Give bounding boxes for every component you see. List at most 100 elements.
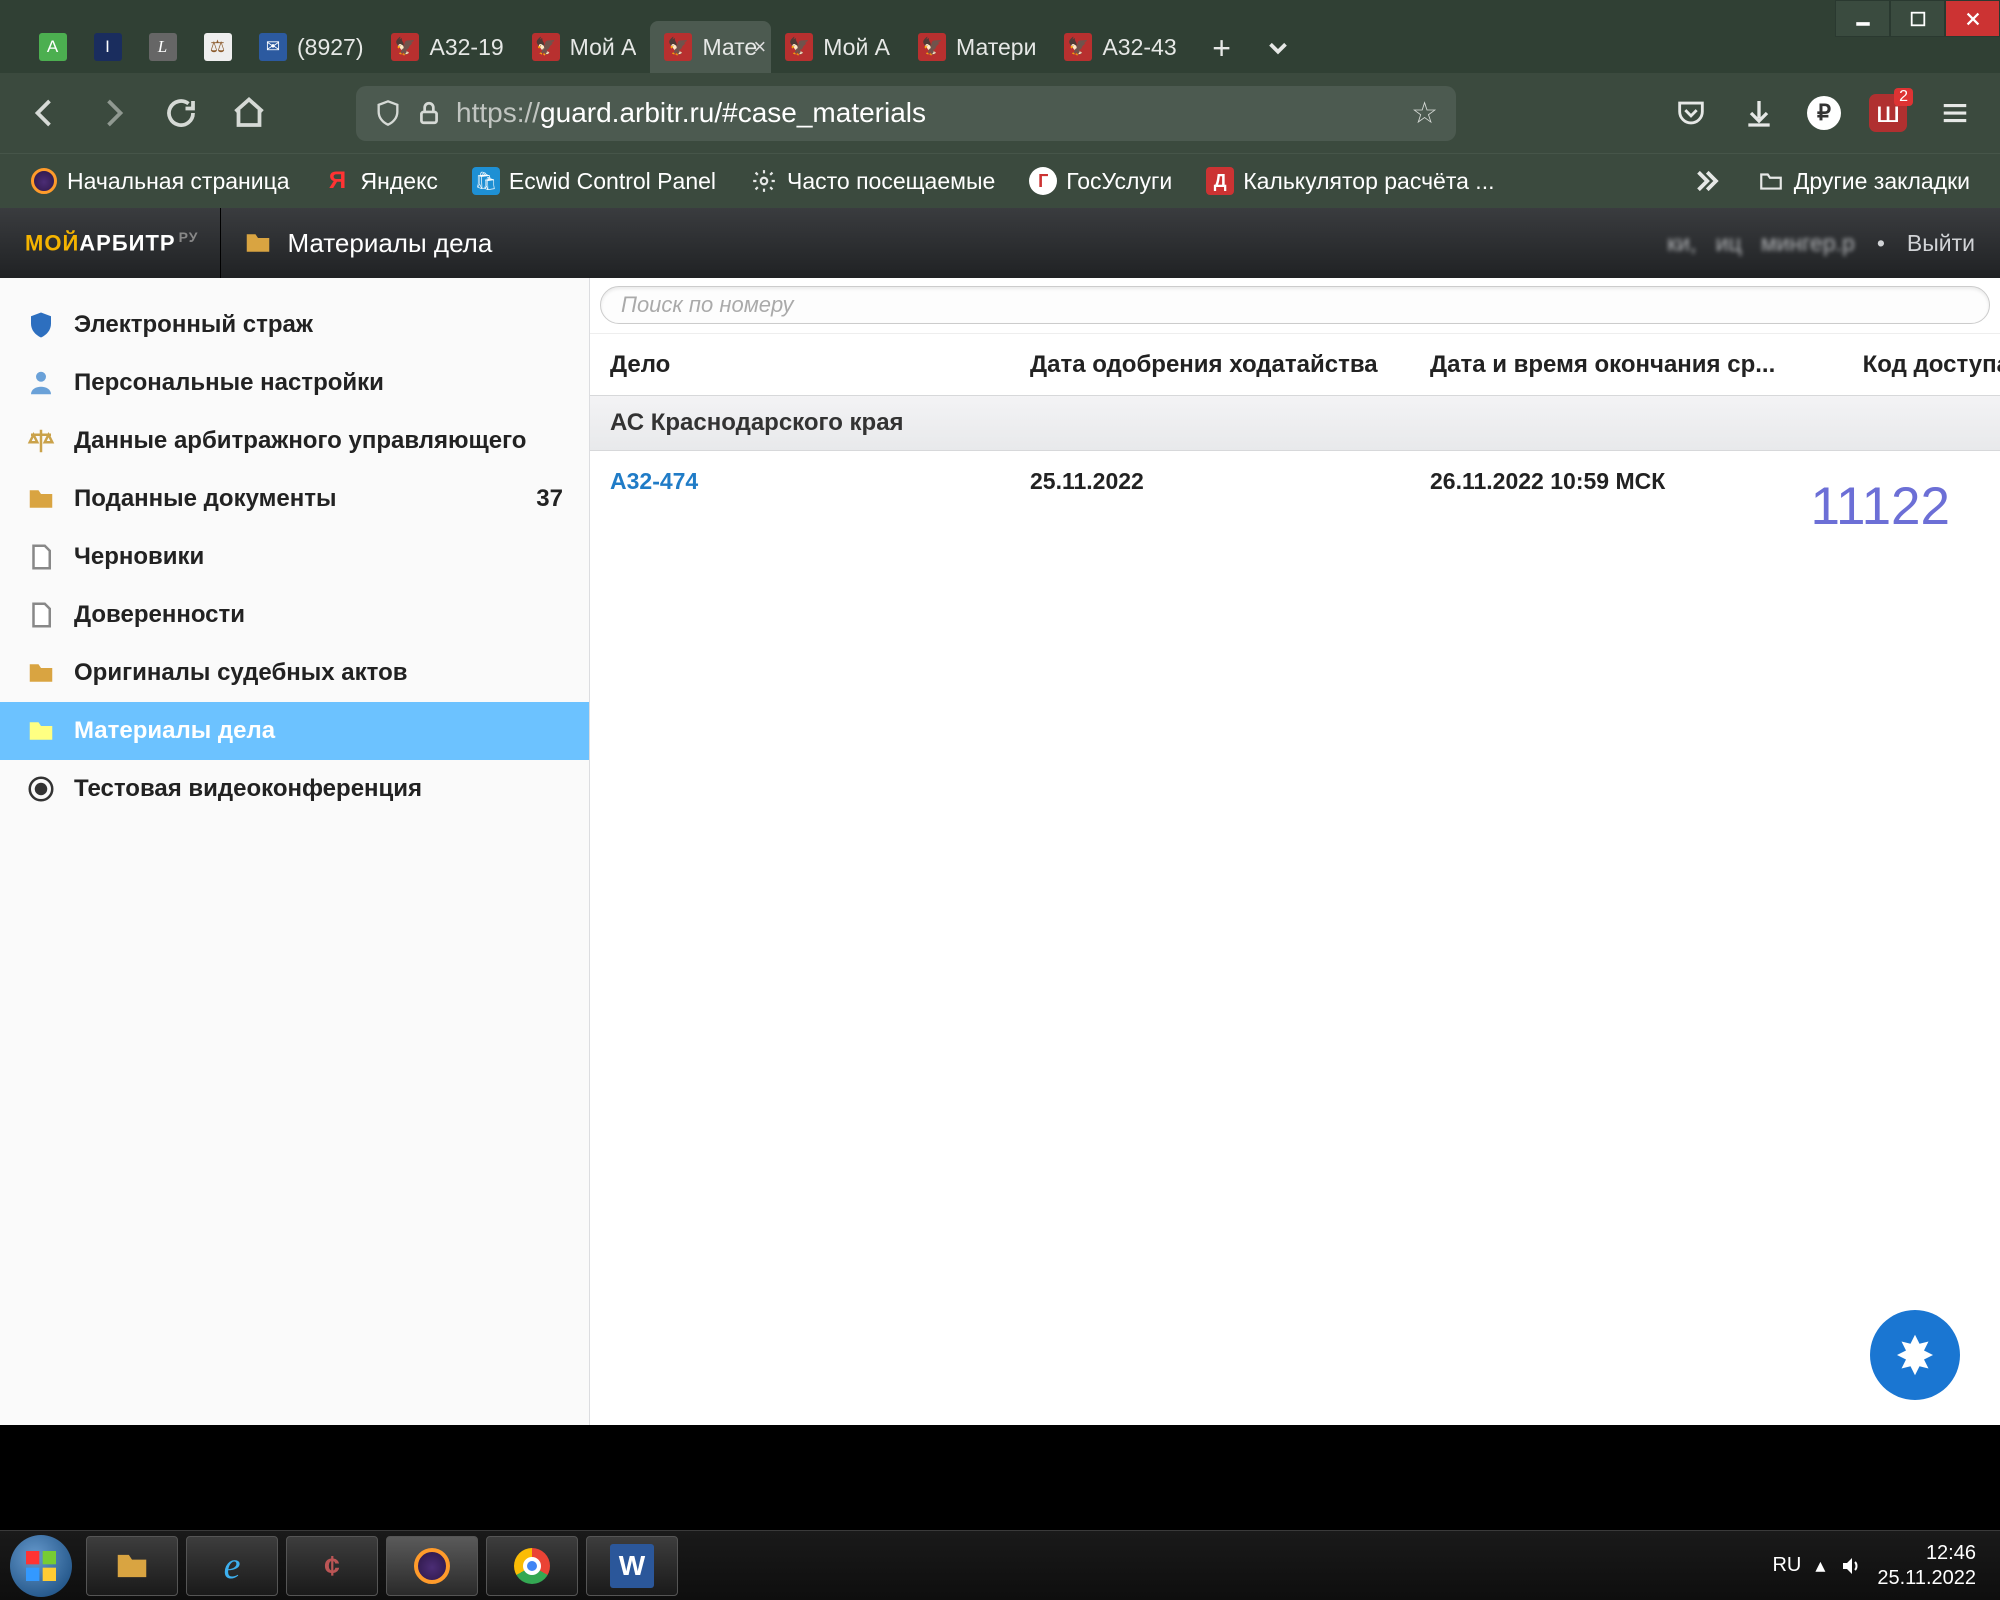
tab-mail[interactable]: ✉(8927) <box>245 21 377 73</box>
bookmarks-bar: Начальная страница Я Яндекс 🛍Ecwid Contro… <box>0 153 2000 208</box>
tab-materials-active[interactable]: 🦅Мате× <box>650 21 771 73</box>
sidebar-item-label: Тестовая видеоконференция <box>74 775 422 803</box>
tab-case-a32-43[interactable]: 🦅А32-43 <box>1050 21 1190 73</box>
windows-taskbar: e ¢ W RU ▴ 12:46 25.11.2022 <box>0 1530 2000 1600</box>
task-word[interactable]: W <box>586 1536 678 1596</box>
bookmark-gosuslugi[interactable]: ГГосУслуги <box>1017 161 1184 201</box>
search-field[interactable] <box>600 286 1990 324</box>
downloads-icon[interactable] <box>1739 93 1779 133</box>
yandex-icon: Я <box>324 167 352 195</box>
bookmark-calculator[interactable]: ДКалькулятор расчёта ... <box>1194 161 1506 201</box>
logout-link[interactable]: Выйти <box>1907 230 1975 257</box>
case-link[interactable]: А32-474 <box>610 468 1030 495</box>
bookmark-ecwid[interactable]: 🛍Ecwid Control Panel <box>460 161 728 201</box>
app-logo[interactable]: МОЙАРБИТРРУ <box>25 229 198 256</box>
pinned-tab-3[interactable]: L <box>135 21 190 73</box>
bookmark-yandex[interactable]: Я Яндекс <box>312 161 450 201</box>
firefox-icon <box>30 167 58 195</box>
table-row[interactable]: А32-474 25.11.2022 26.11.2022 10:59 МСК <box>590 451 2000 511</box>
back-button[interactable] <box>25 93 65 133</box>
shield-icon <box>26 310 56 340</box>
tab-moy-a-1[interactable]: 🦅Мой А <box>518 21 651 73</box>
tabs-overflow-button[interactable] <box>1253 23 1303 73</box>
tab-icon: L <box>149 33 177 61</box>
task-ie[interactable]: e <box>186 1536 278 1596</box>
bookmark-label: Яндекс <box>361 168 438 195</box>
sidebar-item-drafts[interactable]: Черновики <box>0 528 589 586</box>
tray-chevron-icon[interactable]: ▴ <box>1815 1553 1825 1578</box>
extension-icon[interactable]: ш2 <box>1869 94 1907 132</box>
scales-icon: ⚖ <box>204 33 232 61</box>
new-tab-button[interactable]: + <box>1197 23 1247 73</box>
sidebar-item-originals[interactable]: Оригиналы судебных актов <box>0 644 589 702</box>
camera-icon <box>26 774 56 804</box>
bookmark-frequent[interactable]: Часто посещаемые <box>738 161 1007 201</box>
task-firefox[interactable] <box>386 1536 478 1596</box>
sidebar: Электронный страж Персональные настройки… <box>0 278 590 1425</box>
bookmark-label: Другие закладки <box>1794 168 1970 195</box>
access-code: 11122 <box>1810 476 1950 537</box>
fab-eagle-button[interactable] <box>1870 1310 1960 1400</box>
browser-tab-strip: A I L ⚖ ✉(8927) 🦅А32-19 🦅Мой А 🦅Мате× 🦅М… <box>0 0 2000 73</box>
tab-materials-2[interactable]: 🦅Матери <box>904 21 1050 73</box>
sidebar-item-submitted[interactable]: Поданные документы37 <box>0 470 589 528</box>
bookmark-star-icon[interactable]: ☆ <box>1411 96 1438 131</box>
content-area: Дело Дата одобрения ходатайства Дата и в… <box>590 278 2000 1425</box>
pocket-icon[interactable] <box>1671 93 1711 133</box>
pinned-tab-1[interactable]: A <box>25 21 80 73</box>
sidebar-item-vconf[interactable]: Тестовая видеоконференция <box>0 760 589 818</box>
bookmark-label: Калькулятор расчёта ... <box>1243 168 1494 195</box>
window-maximize-button[interactable] <box>1890 0 1945 37</box>
other-bookmarks-folder[interactable]: Другие закладки <box>1745 161 1982 201</box>
col-code[interactable]: Код доступа <box>1810 351 2000 379</box>
sidebar-item-poa[interactable]: Доверенности <box>0 586 589 644</box>
account-icon[interactable]: ₽ <box>1807 96 1841 130</box>
task-explorer[interactable] <box>86 1536 178 1596</box>
sidebar-item-label: Оригиналы судебных актов <box>74 659 408 687</box>
sidebar-item-materials[interactable]: Материалы дела <box>0 702 589 760</box>
sidebar-item-manager[interactable]: Данные арбитражного управляющего <box>0 412 589 470</box>
forward-button[interactable] <box>93 93 133 133</box>
sidebar-item-guard[interactable]: Электронный страж <box>0 296 589 354</box>
search-input[interactable] <box>621 292 1969 318</box>
bookmark-home[interactable]: Начальная страница <box>18 161 302 201</box>
sidebar-item-settings[interactable]: Персональные настройки <box>0 354 589 412</box>
word-icon: W <box>610 1544 654 1588</box>
count-badge: 37 <box>536 485 563 513</box>
menu-icon[interactable] <box>1935 93 1975 133</box>
close-icon[interactable]: × <box>753 34 766 60</box>
person-icon <box>26 368 56 398</box>
reload-button[interactable] <box>161 93 201 133</box>
start-button[interactable] <box>10 1535 72 1597</box>
firefox-icon <box>414 1548 450 1584</box>
tab-moy-a-2[interactable]: 🦅Мой А <box>771 21 904 73</box>
task-c[interactable]: ¢ <box>286 1536 378 1596</box>
col-approval[interactable]: Дата одобрения ходатайства <box>1030 351 1430 379</box>
taskbar-clock[interactable]: 12:46 25.11.2022 <box>1877 1541 1976 1591</box>
window-minimize-button[interactable] <box>1835 0 1890 37</box>
task-chrome[interactable] <box>486 1536 578 1596</box>
bookmarks-overflow-button[interactable] <box>1677 166 1735 196</box>
gos-icon: Г <box>1029 167 1057 195</box>
home-button[interactable] <box>229 93 269 133</box>
language-indicator[interactable]: RU <box>1772 1554 1801 1577</box>
volume-icon[interactable] <box>1839 1554 1863 1578</box>
sidebar-item-label: Данные арбитражного управляющего <box>74 427 526 455</box>
folder-icon <box>1757 167 1785 195</box>
address-bar[interactable]: https://guard.arbitr.ru/#case_materials … <box>356 86 1456 141</box>
bookmark-label: Начальная страница <box>67 168 290 195</box>
col-case[interactable]: Дело <box>610 351 1030 379</box>
pinned-tab-2[interactable]: I <box>80 21 135 73</box>
window-close-button[interactable] <box>1945 0 2000 37</box>
tab-case-a32-19[interactable]: 🦅А32-19 <box>377 21 517 73</box>
app-header: МОЙАРБИТРРУ Материалы дела ки, иц мингер… <box>0 208 2000 278</box>
scales-icon <box>26 426 56 456</box>
sidebar-item-label: Электронный страж <box>74 311 313 339</box>
tab-label: (8927) <box>297 34 363 61</box>
sidebar-item-label: Персональные настройки <box>74 369 384 397</box>
black-gap <box>0 1425 2000 1530</box>
col-deadline[interactable]: Дата и время окончания ср... <box>1430 351 1810 379</box>
sidebar-item-label: Черновики <box>74 543 204 571</box>
pinned-tab-4[interactable]: ⚖ <box>190 21 245 73</box>
system-tray: RU ▴ 12:46 25.11.2022 <box>1772 1541 1990 1591</box>
